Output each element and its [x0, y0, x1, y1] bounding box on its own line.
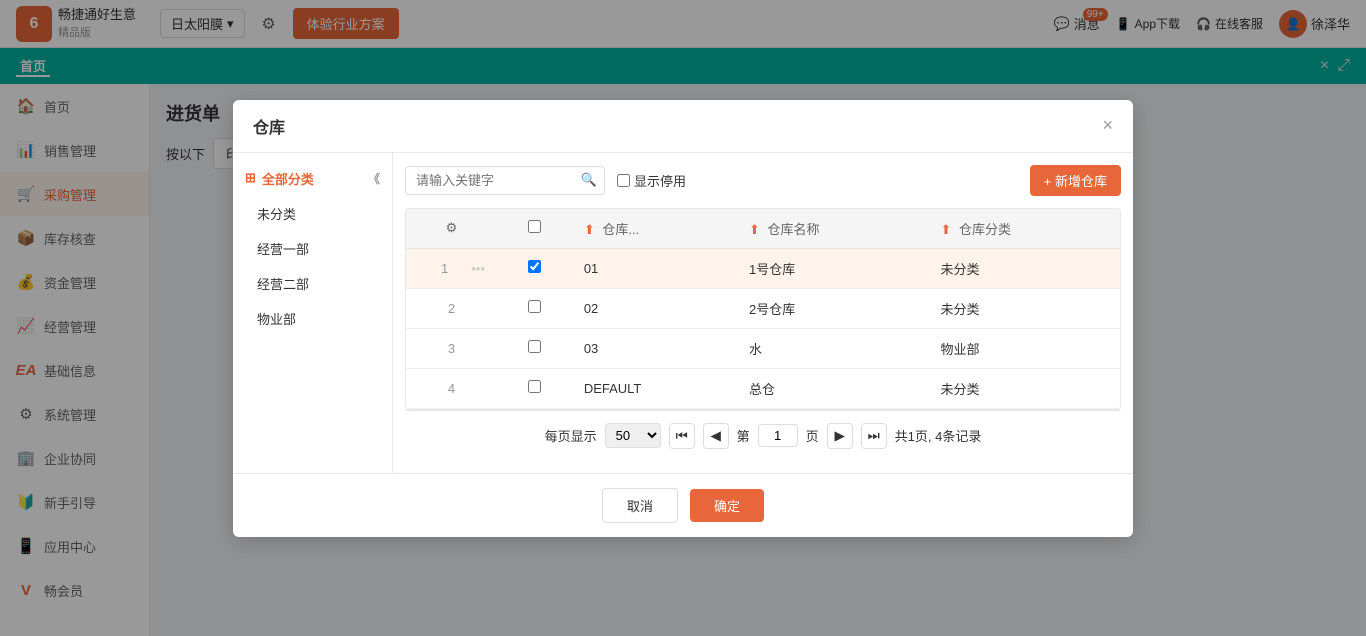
modal-overlay: 仓库 × ⊞ 全部分类 《 未分类 经营一部 经营二部 物业部 [0, 0, 1366, 636]
row-checkbox-cell [497, 248, 572, 288]
table-row[interactable]: 1••• 01 1号仓库 未分类 [406, 248, 1120, 288]
row-checkbox-cell [497, 368, 572, 408]
row-category: 物业部 [928, 328, 1120, 368]
more-dots-icon: ••• [471, 261, 485, 276]
prev-page-icon: ◀ [711, 428, 721, 444]
modal-body: ⊞ 全部分类 《 未分类 经营一部 经营二部 物业部 🔍 [233, 153, 1133, 473]
category-item-property[interactable]: 物业部 [233, 301, 392, 336]
table-row[interactable]: 4 DEFAULT 总仓 未分类 [406, 368, 1120, 408]
warehouse-modal: 仓库 × ⊞ 全部分类 《 未分类 经营一部 经营二部 物业部 [233, 100, 1133, 537]
row-code: 02 [572, 288, 737, 328]
collapse-button[interactable]: 《 [368, 170, 380, 187]
category-item-ops1[interactable]: 经营一部 [233, 231, 392, 266]
th-category: ⬆ 仓库分类 [928, 209, 1120, 249]
row-checkbox[interactable] [528, 300, 541, 313]
next-page-icon: ▶ [835, 428, 845, 444]
sort-icon-category: ⬆ [940, 222, 951, 237]
row-name: 总仓 [737, 368, 928, 408]
modal-footer: 取消 确定 [233, 473, 1133, 537]
row-name: 2号仓库 [737, 288, 928, 328]
modal-close-button[interactable]: × [1102, 115, 1113, 136]
last-page-icon: ⏭ [868, 428, 880, 444]
next-page-button[interactable]: ▶ [827, 423, 853, 449]
all-category-label: 全部分类 [262, 169, 314, 188]
modal-header: 仓库 × [233, 100, 1133, 153]
th-code: ⬆ 仓库... [572, 209, 737, 249]
category-item-unclassified[interactable]: 未分类 [233, 196, 392, 231]
confirm-button[interactable]: 确定 [690, 489, 764, 522]
col-code-label: 仓库... [602, 222, 639, 237]
table-row[interactable]: 2 02 2号仓库 未分类 [406, 288, 1120, 328]
row-category: 未分类 [928, 288, 1120, 328]
table: ⚙ ⬆ 仓库... ⬆ [406, 209, 1120, 409]
row-checkbox[interactable] [528, 380, 541, 393]
row-num: 2 [406, 288, 497, 328]
row-code: DEFAULT [572, 368, 737, 408]
search-input[interactable] [405, 166, 605, 195]
row-checkbox[interactable] [528, 260, 541, 273]
sort-icon-code: ⬆ [584, 222, 595, 237]
search-input-wrap: 🔍 [405, 166, 605, 195]
prev-page-button[interactable]: ◀ [703, 423, 729, 449]
row-num: 3 [406, 328, 497, 368]
show-disabled-checkbox[interactable] [617, 174, 630, 187]
sort-icon-name: ⬆ [749, 222, 760, 237]
row-num: 4 [406, 368, 497, 408]
last-page-button[interactable]: ⏭ [861, 423, 887, 449]
per-page-select[interactable]: 50 10 20 100 [605, 423, 661, 448]
row-checkbox-cell [497, 328, 572, 368]
table-header-row: ⚙ ⬆ 仓库... ⬆ [406, 209, 1120, 249]
settings-col-icon: ⚙ [446, 220, 458, 235]
pagination: 每页显示 50 10 20 100 ⏮ ◀ 第 页 [405, 410, 1121, 461]
row-name: 水 [737, 328, 928, 368]
show-disabled-label: 显示停用 [617, 171, 686, 190]
row-code: 01 [572, 248, 737, 288]
all-category-header[interactable]: ⊞ 全部分类 《 [233, 161, 392, 196]
show-disabled-text: 显示停用 [634, 171, 686, 190]
category-panel: ⊞ 全部分类 《 未分类 经营一部 经营二部 物业部 [233, 153, 393, 473]
add-warehouse-button[interactable]: + 新增仓库 [1030, 165, 1121, 196]
modal-title: 仓库 [253, 114, 285, 138]
row-name: 1号仓库 [737, 248, 928, 288]
row-num: 1••• [406, 248, 497, 288]
first-page-icon: ⏮ [676, 428, 688, 444]
search-bar: 🔍 显示停用 + 新增仓库 [405, 165, 1121, 196]
content-panel: 🔍 显示停用 + 新增仓库 ⚙ [393, 153, 1133, 473]
total-text: 共1页, 4条记录 [895, 426, 982, 445]
warehouse-table: ⚙ ⬆ 仓库... ⬆ [405, 208, 1121, 410]
row-code: 03 [572, 328, 737, 368]
category-item-ops2[interactable]: 经营二部 [233, 266, 392, 301]
page-label: 第 [737, 426, 750, 445]
per-page-label: 每页显示 [545, 426, 597, 445]
th-checkbox [497, 209, 572, 249]
page-number-input[interactable] [758, 424, 798, 447]
th-settings: ⚙ [406, 209, 497, 249]
first-page-button[interactable]: ⏮ [669, 423, 695, 449]
page-suffix: 页 [806, 426, 819, 445]
table-body: 1••• 01 1号仓库 未分类 2 02 2号仓库 未分类 3 03 水 物业… [406, 248, 1120, 408]
row-checkbox-cell [497, 288, 572, 328]
select-all-checkbox[interactable] [528, 220, 541, 233]
table-row[interactable]: 3 03 水 物业部 [406, 328, 1120, 368]
grid-icon: ⊞ [245, 170, 256, 186]
search-icon[interactable]: 🔍 [581, 172, 597, 188]
row-category: 未分类 [928, 248, 1120, 288]
cancel-button[interactable]: 取消 [602, 488, 678, 523]
row-checkbox[interactable] [528, 340, 541, 353]
th-name: ⬆ 仓库名称 [737, 209, 928, 249]
col-name-label: 仓库名称 [768, 222, 820, 237]
row-category: 未分类 [928, 368, 1120, 408]
col-category-label: 仓库分类 [959, 222, 1011, 237]
